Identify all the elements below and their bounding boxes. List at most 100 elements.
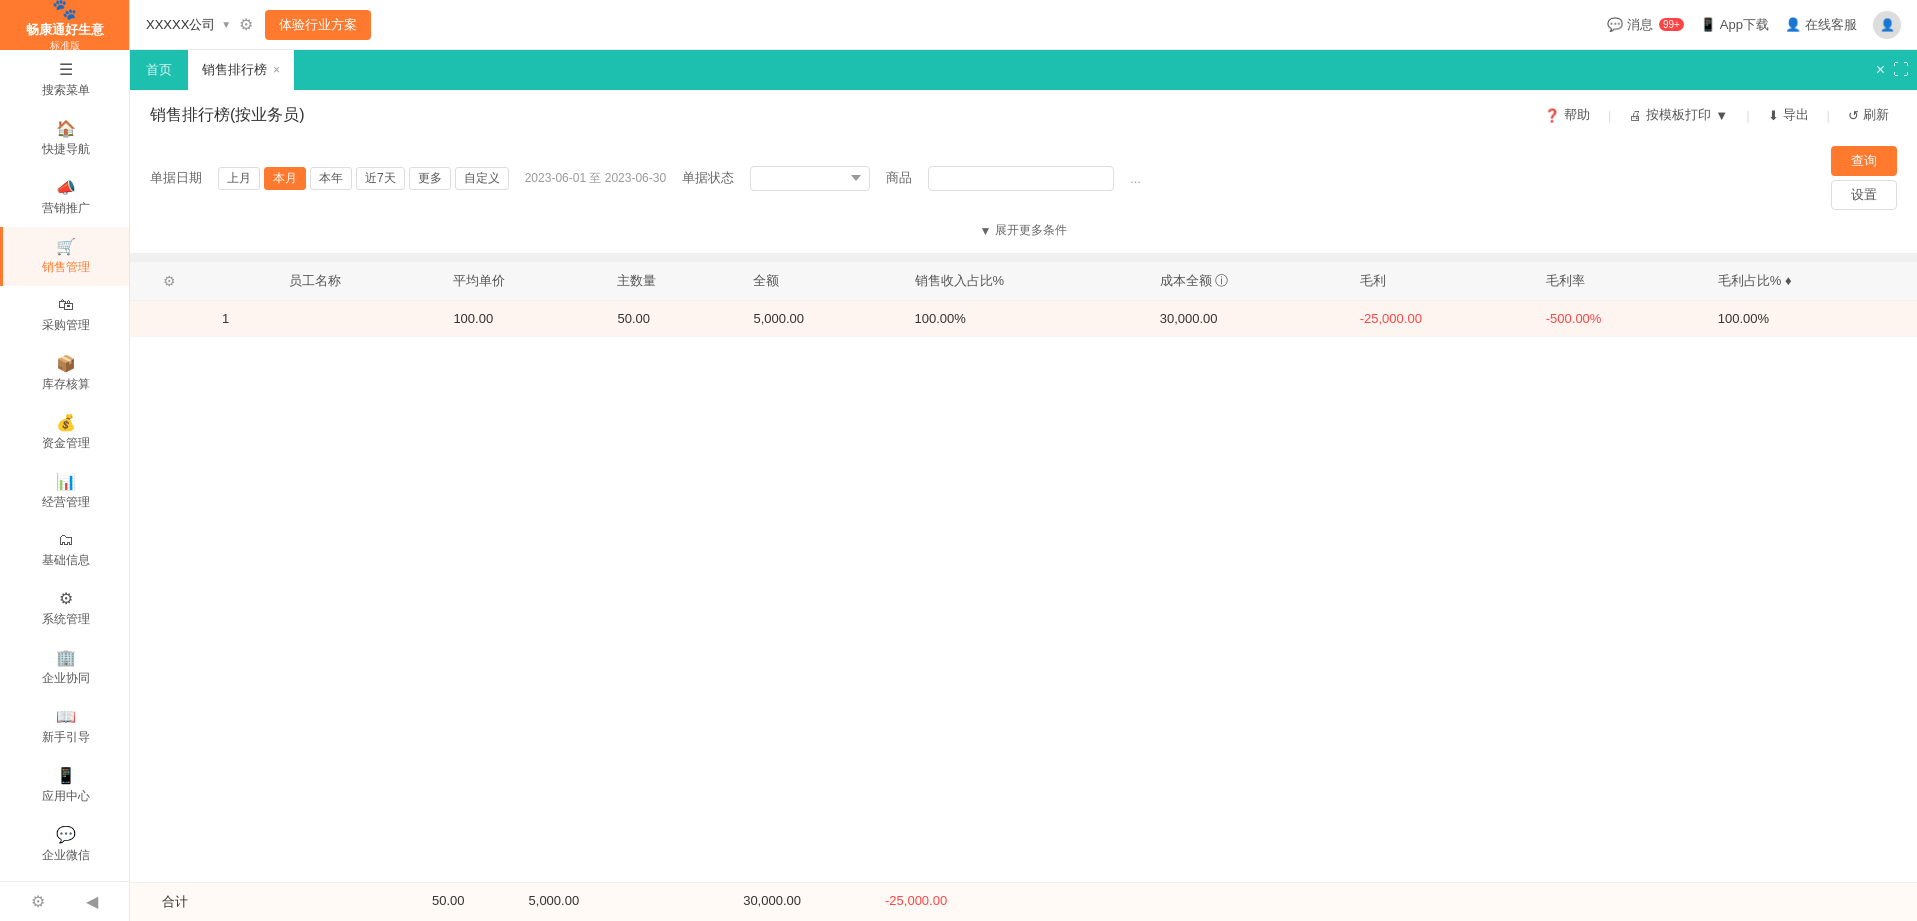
sidebar-item-inventory[interactable]: 📦 库存核算 (0, 344, 129, 403)
date-btn-last-month[interactable]: 上月 (218, 167, 260, 190)
guide-icon: 📖 (56, 707, 76, 726)
sidebar-item-label: 营销推广 (42, 200, 90, 217)
goods-more-icon[interactable]: ... (1130, 171, 1141, 186)
trial-button[interactable]: 体验行业方案 (265, 10, 371, 40)
sidebar-item-membership[interactable]: 🔷 畅会员 (0, 874, 129, 881)
tab-window-close-icon[interactable]: × (1876, 61, 1885, 79)
footer-amount: 5,000.00 (517, 891, 592, 913)
col-gross-rate: 毛利率 (1534, 262, 1706, 301)
wechat-icon: 💬 (56, 825, 76, 844)
tab-label: 销售排行榜 (202, 61, 267, 79)
tab-close-icon[interactable]: × (273, 63, 280, 77)
help-button[interactable]: ❓ 帮助 (1536, 102, 1598, 128)
goods-label: 商品 (886, 169, 912, 187)
expand-icon: ▼ (980, 224, 992, 238)
sidebar-item-label: 经营管理 (42, 494, 90, 511)
table-footer: 合计 50.00 5,000.00 30,000.00 -25,000.00 (130, 882, 1917, 921)
top-header: XXXXX公司 ▼ ⚙ 体验行业方案 💬 消息 99+ 📱 App下载 👤 在线… (130, 0, 1917, 50)
sidebar-item-label: 企业微信 (42, 847, 90, 864)
sidebar-item-enterprise[interactable]: 🏢 企业协同 (0, 638, 129, 697)
refresh-label: 刷新 (1863, 106, 1889, 124)
tab-fullscreen-icon[interactable]: ⛶ (1893, 61, 1909, 79)
col-gross-pct: 毛利占比% ♦ (1706, 262, 1917, 301)
cell-settings (130, 301, 210, 337)
sidebar-item-quick-nav[interactable]: 🏠 快捷导航 (0, 109, 129, 168)
col-sales-pct: 销售收入占比% (903, 262, 1148, 301)
sidebar-item-operations[interactable]: 📊 经营管理 (0, 462, 129, 521)
date-btn-this-month[interactable]: 本月 (264, 167, 306, 190)
main-content: XXXXX公司 ▼ ⚙ 体验行业方案 💬 消息 99+ 📱 App下载 👤 在线… (130, 0, 1917, 921)
export-button[interactable]: ⬇ 导出 (1760, 102, 1817, 128)
sidebar-item-app-center[interactable]: 📱 应用中心 (0, 756, 129, 815)
app-download-icon: 📱 (1700, 17, 1716, 32)
date-buttons: 上月 本月 本年 近7天 更多 自定义 (218, 167, 509, 190)
sidebar-item-guide[interactable]: 📖 新手引导 (0, 697, 129, 756)
message-button[interactable]: 💬 消息 99+ (1607, 16, 1684, 34)
sidebar-item-marketing[interactable]: 📣 营销推广 (0, 168, 129, 227)
help-label: 帮助 (1564, 106, 1590, 124)
app-center-icon: 📱 (56, 766, 76, 785)
date-range-display: 2023-06-01 至 2023-06-30 (525, 170, 666, 187)
footer-quantity: 50.00 (420, 891, 477, 913)
sidebar-item-wechat[interactable]: 💬 企业微信 (0, 815, 129, 874)
status-select[interactable] (750, 166, 870, 191)
date-btn-custom[interactable]: 自定义 (455, 167, 509, 190)
expand-conditions-button[interactable]: ▼ 展开更多条件 (150, 218, 1897, 243)
sidebar-collapse-button[interactable]: ◀ (86, 892, 98, 911)
cell-gross-pct: 100.00% (1706, 301, 1917, 337)
print-icon: 🖨 (1629, 108, 1642, 123)
avatar-placeholder: 👤 (1880, 18, 1895, 32)
sidebar-settings-button[interactable]: ⚙ (31, 892, 45, 911)
query-button[interactable]: 查询 (1831, 146, 1897, 176)
inventory-icon: 📦 (56, 354, 76, 373)
cell-rank: 1 (210, 301, 277, 337)
message-badge: 99+ (1659, 18, 1684, 31)
goods-input[interactable] (928, 166, 1114, 191)
tab-home[interactable]: 首页 (130, 50, 188, 90)
tab-bar: 首页 销售排行榜 × × ⛶ (130, 50, 1917, 90)
company-selector[interactable]: XXXXX公司 ▼ (146, 16, 231, 34)
enterprise-icon: 🏢 (56, 648, 76, 667)
cell-gross-rate: -500.00% (1534, 301, 1706, 337)
date-btn-7-days[interactable]: 近7天 (356, 167, 405, 190)
search-menu-icon: ☰ (59, 60, 73, 79)
user-avatar[interactable]: 👤 (1873, 11, 1901, 39)
header-settings-icon[interactable]: ⚙ (239, 15, 253, 34)
table-row: 1 100.00 50.00 5,000.00 100.00% 30,000.0… (130, 301, 1917, 337)
template-print-button[interactable]: 🖨 按模板打印 ▼ (1621, 102, 1736, 128)
col-quantity: 主数量 (605, 262, 741, 301)
refresh-button[interactable]: ↺ 刷新 (1840, 102, 1897, 128)
home-icon: 🏠 (56, 119, 76, 138)
sidebar-item-label: 资金管理 (42, 435, 90, 452)
sales-icon: 🛒 (56, 237, 76, 256)
tab-home-label: 首页 (146, 61, 172, 79)
logo-icon: 🐾 (52, 0, 77, 21)
sidebar-item-label: 新手引导 (42, 729, 90, 746)
sidebar-item-basic-info[interactable]: 🗂 基础信息 (0, 521, 129, 579)
basic-info-icon: 🗂 (58, 531, 74, 549)
online-service-button[interactable]: 👤 在线客服 (1785, 16, 1857, 34)
sidebar-item-label: 搜索菜单 (42, 82, 90, 99)
col-settings[interactable]: ⚙ (130, 262, 210, 301)
logo-title: 畅康通好生意 (26, 21, 104, 39)
operations-icon: 📊 (56, 472, 76, 491)
tab-sales-ranking[interactable]: 销售排行榜 × (188, 50, 294, 90)
app-download-label: App下载 (1720, 16, 1769, 34)
sidebar-item-sales[interactable]: 🛒 销售管理 (0, 227, 129, 286)
online-service-label: 在线客服 (1805, 16, 1857, 34)
sidebar-item-purchase[interactable]: 🛍 采购管理 (0, 286, 129, 344)
col-avg-price: 平均单价 (441, 262, 605, 301)
message-icon: 💬 (1607, 17, 1623, 32)
finance-icon: 💰 (56, 413, 76, 432)
sidebar-item-finance[interactable]: 💰 资金管理 (0, 403, 129, 462)
sidebar-item-label: 销售管理 (42, 259, 90, 276)
filter-settings-button[interactable]: 设置 (1831, 180, 1897, 210)
date-btn-this-year[interactable]: 本年 (310, 167, 352, 190)
sidebar-item-search[interactable]: ☰ 搜索菜单 (0, 50, 129, 109)
app-download-button[interactable]: 📱 App下载 (1700, 16, 1769, 34)
cell-cost: 30,000.00 (1148, 301, 1348, 337)
page-content: 销售排行榜(按业务员) ❓ 帮助 | 🖨 按模板打印 ▼ | ⬇ 导出 | (130, 90, 1917, 921)
sidebar-item-system[interactable]: ⚙ 系统管理 (0, 579, 129, 638)
expand-label: 展开更多条件 (995, 222, 1067, 239)
date-btn-more[interactable]: 更多 (409, 167, 451, 190)
